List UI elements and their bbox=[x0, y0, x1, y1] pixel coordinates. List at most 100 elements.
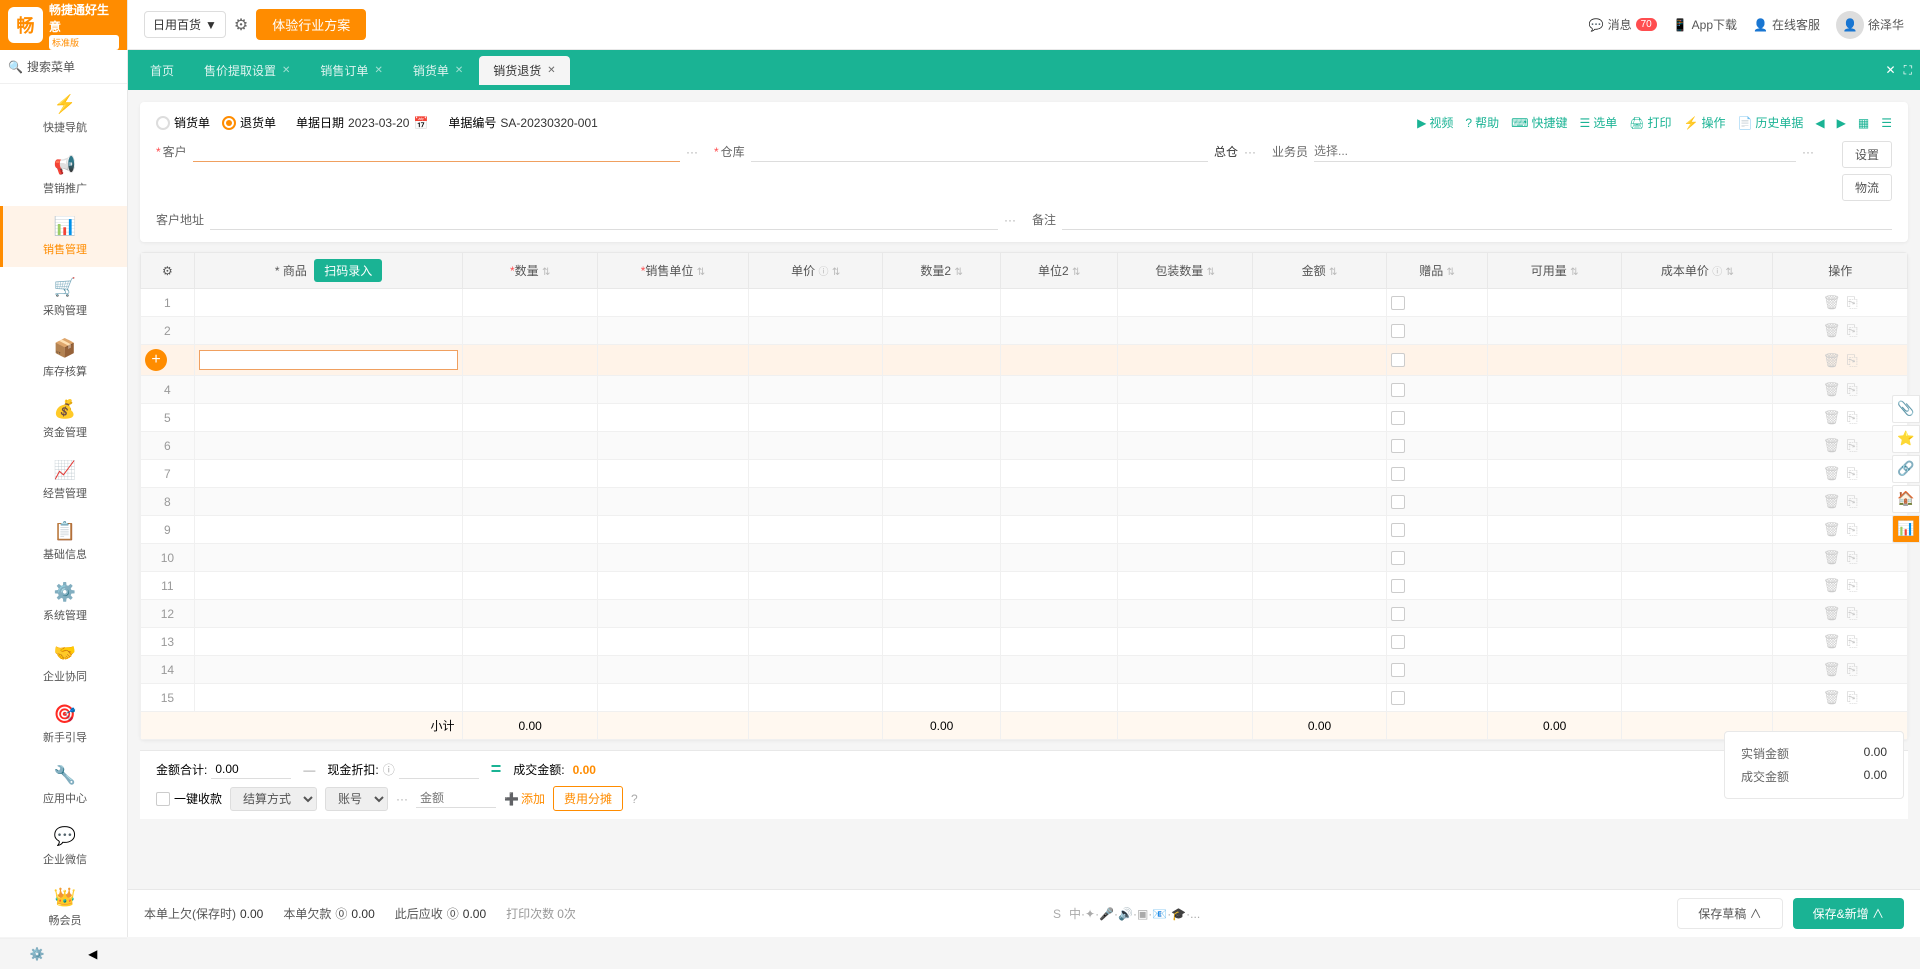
row-price-cell[interactable] bbox=[748, 656, 882, 684]
row-qty2-cell[interactable] bbox=[883, 544, 1001, 572]
row-product-cell[interactable] bbox=[194, 544, 463, 572]
row-amount-cell[interactable] bbox=[1252, 376, 1386, 404]
row-unit-cell[interactable] bbox=[597, 460, 748, 488]
row-amount-cell[interactable] bbox=[1252, 600, 1386, 628]
row-qty2-cell[interactable] bbox=[883, 345, 1001, 376]
settings-icon[interactable]: ⚙️ bbox=[30, 947, 45, 961]
close-tab-icon[interactable]: ✕ bbox=[1886, 63, 1896, 77]
row-qty2-cell[interactable] bbox=[883, 656, 1001, 684]
topbar-gear-icon[interactable]: ⚙ bbox=[234, 15, 248, 35]
row-unit2-cell[interactable] bbox=[1000, 572, 1118, 600]
row-qty-cell[interactable] bbox=[463, 684, 597, 712]
sidebar-item-inventory[interactable]: 📦 库存核算 bbox=[0, 328, 127, 389]
staff-input[interactable] bbox=[1314, 141, 1796, 162]
add-payment-btn[interactable]: ➕ 添加 bbox=[504, 790, 545, 807]
delete-row-icon[interactable]: 🗑 bbox=[1823, 661, 1841, 678]
delete-row-icon[interactable]: 🗑 bbox=[1823, 605, 1841, 622]
row-cost-cell[interactable] bbox=[1622, 404, 1773, 432]
sidebar-item-member[interactable]: 👑 畅会员 bbox=[0, 877, 127, 938]
row-cost-cell[interactable] bbox=[1622, 345, 1773, 376]
row-price-cell[interactable] bbox=[748, 404, 882, 432]
row-unit-cell[interactable] bbox=[597, 404, 748, 432]
row-unit2-cell[interactable] bbox=[1000, 345, 1118, 376]
row-qty-cell[interactable] bbox=[463, 404, 597, 432]
row-price-cell[interactable] bbox=[748, 317, 882, 345]
sidebar-item-wechat[interactable]: 💬 企业微信 bbox=[0, 816, 127, 877]
row-amount-cell[interactable] bbox=[1252, 460, 1386, 488]
row-available-cell[interactable] bbox=[1487, 572, 1621, 600]
row-qty2-cell[interactable] bbox=[883, 628, 1001, 656]
row-unit2-cell[interactable] bbox=[1000, 544, 1118, 572]
row-pkg-cell[interactable] bbox=[1118, 628, 1252, 656]
copy-row-icon[interactable]: ⎘ bbox=[1847, 437, 1858, 454]
gift-checkbox[interactable] bbox=[1391, 353, 1405, 367]
history-prev-icon[interactable]: ◀ bbox=[1815, 116, 1824, 130]
row-gift-cell[interactable] bbox=[1387, 488, 1488, 516]
row-available-cell[interactable] bbox=[1487, 684, 1621, 712]
row-unit-cell[interactable] bbox=[597, 684, 748, 712]
row-product-cell[interactable] bbox=[194, 572, 463, 600]
industry-dropdown[interactable]: 日用百货 ▼ bbox=[144, 11, 226, 38]
row-amount-cell[interactable] bbox=[1252, 404, 1386, 432]
warehouse-dots[interactable]: ··· bbox=[1244, 145, 1256, 159]
row-gift-cell[interactable] bbox=[1387, 600, 1488, 628]
row-unit-cell[interactable] bbox=[597, 600, 748, 628]
gift-checkbox[interactable] bbox=[1391, 383, 1405, 397]
col-cost-info[interactable]: ⓘ bbox=[1712, 267, 1722, 278]
row-product-cell[interactable] bbox=[194, 376, 463, 404]
logistics-btn[interactable]: 物流 bbox=[1842, 174, 1892, 201]
delete-row-icon[interactable]: 🗑 bbox=[1823, 465, 1841, 482]
date-value[interactable]: 2023-03-20 bbox=[348, 116, 409, 130]
row-gift-cell[interactable] bbox=[1387, 404, 1488, 432]
staff-dots[interactable]: ··· bbox=[1802, 145, 1814, 159]
select-action[interactable]: ☰ 选单 bbox=[1579, 114, 1617, 131]
row-product-cell[interactable] bbox=[194, 656, 463, 684]
tab-sales-invoice-close[interactable]: ✕ bbox=[455, 65, 463, 76]
expand-tab-icon[interactable]: ⛶ bbox=[1904, 63, 1912, 78]
tab-sales-return[interactable]: 销货退货 ✕ bbox=[479, 56, 569, 85]
delete-row-icon[interactable]: 🗑 bbox=[1823, 521, 1841, 538]
row-pkg-cell[interactable] bbox=[1118, 404, 1252, 432]
row-gift-cell[interactable] bbox=[1387, 572, 1488, 600]
copy-row-icon[interactable]: ⎘ bbox=[1847, 605, 1858, 622]
row-pkg-cell[interactable] bbox=[1118, 432, 1252, 460]
sidebar-item-shortcut[interactable]: ⚡ 快捷导航 bbox=[0, 84, 127, 145]
row-qty2-cell[interactable] bbox=[883, 460, 1001, 488]
row-unit-cell[interactable] bbox=[597, 544, 748, 572]
sidebar-item-guide[interactable]: 🎯 新手引导 bbox=[0, 694, 127, 755]
calendar-icon[interactable]: 📅 bbox=[413, 116, 428, 130]
row-qty-cell[interactable] bbox=[463, 656, 597, 684]
row-product-cell[interactable] bbox=[194, 600, 463, 628]
row-price-cell[interactable] bbox=[748, 289, 882, 317]
row-unit2-cell[interactable] bbox=[1000, 460, 1118, 488]
row-cost-cell[interactable] bbox=[1622, 600, 1773, 628]
row-available-cell[interactable] bbox=[1487, 317, 1621, 345]
col-unit2-sort[interactable]: ⇅ bbox=[1072, 267, 1080, 278]
row-amount-cell[interactable] bbox=[1252, 628, 1386, 656]
address-dots[interactable]: ··· bbox=[1004, 213, 1016, 227]
row-qty-cell[interactable] bbox=[463, 516, 597, 544]
row-unit-cell[interactable] bbox=[597, 628, 748, 656]
row-price-cell[interactable] bbox=[748, 684, 882, 712]
row-qty-cell[interactable] bbox=[463, 460, 597, 488]
row-product-cell[interactable] bbox=[194, 432, 463, 460]
radio-sales-invoice[interactable]: 销货单 bbox=[156, 114, 210, 131]
row-qty2-cell[interactable] bbox=[883, 684, 1001, 712]
col-gear-header[interactable]: ⚙ bbox=[141, 253, 195, 289]
row-pkg-cell[interactable] bbox=[1118, 600, 1252, 628]
row-available-cell[interactable] bbox=[1487, 628, 1621, 656]
app-download-btn[interactable]: 📱 App下载 bbox=[1673, 16, 1737, 33]
row-qty-cell[interactable] bbox=[463, 488, 597, 516]
row-product-cell[interactable] bbox=[194, 516, 463, 544]
customer-dots[interactable]: ··· bbox=[686, 145, 698, 159]
row-pkg-cell[interactable] bbox=[1118, 345, 1252, 376]
row-price-cell[interactable] bbox=[748, 432, 882, 460]
col-gift-sort[interactable]: ⇅ bbox=[1447, 267, 1455, 278]
row-unit2-cell[interactable] bbox=[1000, 628, 1118, 656]
col-amount-sort[interactable]: ⇅ bbox=[1329, 267, 1337, 278]
row-product-cell[interactable] bbox=[194, 488, 463, 516]
copy-row-icon[interactable]: ⎘ bbox=[1847, 381, 1858, 398]
copy-row-icon[interactable]: ⎘ bbox=[1847, 493, 1858, 510]
delete-row-icon[interactable]: 🗑 bbox=[1823, 437, 1841, 454]
row-gift-cell[interactable] bbox=[1387, 656, 1488, 684]
